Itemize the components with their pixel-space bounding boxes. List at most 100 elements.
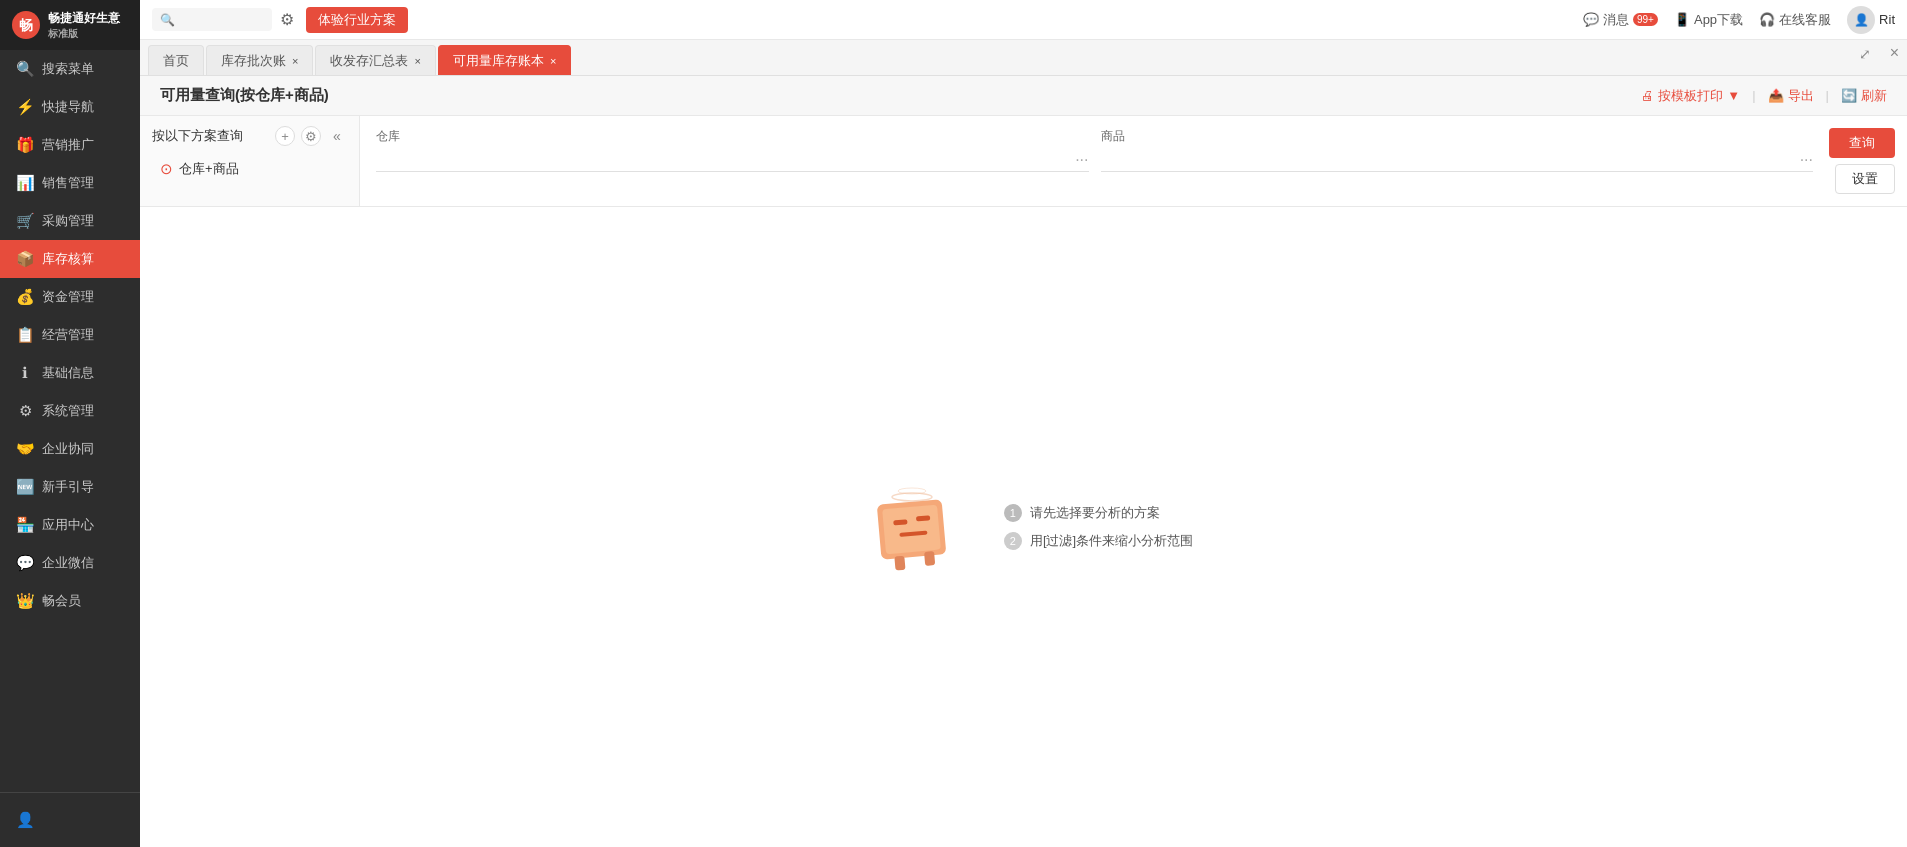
divider2: | [1826, 88, 1829, 103]
filter-goods-label: 商品 [1101, 128, 1814, 145]
sidebar-item-basic-info[interactable]: ℹ 基础信息 [0, 354, 140, 392]
app-download-btn[interactable]: 📱 App下载 [1674, 11, 1743, 29]
scheme-settings-btn[interactable]: ⚙ [301, 126, 321, 146]
tab-available-ledger-close[interactable]: × [550, 55, 556, 67]
sidebar-item-finance[interactable]: 💰 资金管理 [0, 278, 140, 316]
sidebar-item-sales[interactable]: 📊 销售管理 [0, 164, 140, 202]
close-tab-btn[interactable]: × [1890, 44, 1899, 62]
filter-warehouse-label: 仓库 [376, 128, 1089, 145]
online-support-icon: 🎧 [1759, 12, 1775, 27]
sidebar-item-operations[interactable]: 📋 经营管理 [0, 316, 140, 354]
sidebar-item-purchase-label: 采购管理 [42, 212, 94, 230]
sidebar-item-enterprise[interactable]: 🤝 企业协同 [0, 430, 140, 468]
sidebar-item-shortcuts-label: 快捷导航 [42, 98, 94, 116]
filter-field-goods: 商品 ··· [1101, 128, 1814, 172]
filter-settings-btn[interactable]: 设置 [1835, 164, 1895, 194]
tab-batch-account-close[interactable]: × [292, 55, 298, 67]
online-support-btn[interactable]: 🎧 在线客服 [1759, 11, 1831, 29]
tab-available-ledger[interactable]: 可用量库存账本 × [438, 45, 571, 75]
app-version: 标准版 [48, 27, 120, 40]
guide-icon: 🆕 [16, 478, 34, 496]
sidebar-item-marketing[interactable]: 🎁 营销推广 [0, 126, 140, 164]
messages-label: 消息 [1603, 11, 1629, 29]
svg-rect-6 [924, 551, 935, 566]
logo-icon: 畅 [12, 11, 40, 39]
industry-btn[interactable]: 体验行业方案 [306, 7, 408, 33]
wechat-icon: 💬 [16, 554, 34, 572]
refresh-btn[interactable]: 🔄 刷新 [1841, 87, 1887, 105]
sidebar-item-vip[interactable]: 👑 畅会员 [0, 582, 140, 620]
scheme-item-warehouse-goods[interactable]: ⊙ 仓库+商品 [152, 154, 347, 184]
sidebar-item-app-center[interactable]: 🏪 应用中心 [0, 506, 140, 544]
sales-icon: 📊 [16, 174, 34, 192]
search-icon: 🔍 [16, 60, 34, 78]
filter-scheme-header: 按以下方案查询 + ⚙ « [152, 126, 347, 146]
sidebar-item-inventory[interactable]: 📦 库存核算 [0, 240, 140, 278]
tab-home[interactable]: 首页 [148, 45, 204, 75]
page-content: 可用量查询(按仓库+商品) 🖨 按模板打印 ▼ | 📤 导出 | 🔄 刷新 [140, 76, 1907, 847]
export-icon: 📤 [1768, 88, 1784, 103]
username: Rit [1879, 12, 1895, 27]
tab-batch-account[interactable]: 库存批次账 × [206, 45, 313, 75]
filter-field-warehouse: 仓库 ··· [376, 128, 1089, 172]
topbar-search[interactable]: 🔍 [152, 8, 272, 31]
expand-tab-btn[interactable]: ⤢ [1859, 46, 1871, 62]
topbar-gear-icon[interactable]: ⚙ [280, 10, 294, 29]
sidebar: 畅 畅捷通好生意 标准版 🔍 搜索菜单 ⚡ 快捷导航 🎁 营销推广 📊 销售管理… [0, 0, 140, 847]
empty-state: 1 请先选择要分析的方案 2 用[过滤]条件来缩小分析范围 [140, 207, 1907, 847]
basic-info-icon: ℹ [16, 364, 34, 382]
page-header-actions: 🖨 按模板打印 ▼ | 📤 导出 | 🔄 刷新 [1641, 87, 1887, 105]
app-download-icon: 📱 [1674, 12, 1690, 27]
tab-collection-summary[interactable]: 收发存汇总表 × [315, 45, 435, 75]
filter-actions: 查询 设置 [1829, 116, 1907, 206]
messages-btn[interactable]: 💬 消息 99+ [1583, 11, 1658, 29]
sidebar-item-vip-label: 畅会员 [42, 592, 81, 610]
app-name: 畅捷通好生意 [48, 10, 120, 27]
filter-scheme-panel: 按以下方案查询 + ⚙ « ⊙ 仓库+商品 [140, 116, 360, 206]
empty-tip-1-text: 请先选择要分析的方案 [1030, 504, 1160, 522]
sidebar-item-shortcuts[interactable]: ⚡ 快捷导航 [0, 88, 140, 126]
page-title: 可用量查询(按仓库+商品) [160, 86, 329, 105]
marketing-icon: 🎁 [16, 136, 34, 154]
filter-row: 仓库 ··· 商品 ··· [376, 128, 1813, 172]
tab-batch-account-label: 库存批次账 [221, 52, 286, 70]
scheme-collapse-btn[interactable]: « [327, 126, 347, 146]
sidebar-item-purchase[interactable]: 🛒 采购管理 [0, 202, 140, 240]
tab-home-label: 首页 [163, 52, 189, 70]
sidebar-item-search-label: 搜索菜单 [42, 60, 94, 78]
filter-goods-input[interactable] [1101, 153, 1800, 168]
sidebar-item-system-label: 系统管理 [42, 402, 94, 420]
sidebar-item-search[interactable]: 🔍 搜索菜单 [0, 50, 140, 88]
filter-scheme-label: 按以下方案查询 [152, 127, 243, 145]
user-menu-btn[interactable]: 👤 Rit [1847, 6, 1895, 34]
sidebar-item-basic-info-label: 基础信息 [42, 364, 94, 382]
export-btn[interactable]: 📤 导出 [1768, 87, 1814, 105]
sidebar-item-wechat[interactable]: 💬 企业微信 [0, 544, 140, 582]
sidebar-item-operations-label: 经营管理 [42, 326, 94, 344]
scheme-add-btn[interactable]: + [275, 126, 295, 146]
filter-goods-dots[interactable]: ··· [1800, 151, 1813, 169]
shortcuts-icon: ⚡ [16, 98, 34, 116]
topbar-right: 💬 消息 99+ 📱 App下载 🎧 在线客服 👤 Rit [1583, 6, 1895, 34]
sidebar-item-system[interactable]: ⚙ 系统管理 [0, 392, 140, 430]
messages-icon: 💬 [1583, 12, 1599, 27]
filter-area: 按以下方案查询 + ⚙ « ⊙ 仓库+商品 仓库 [140, 116, 1907, 207]
app-logo: 畅 畅捷通好生意 标准版 [0, 0, 140, 50]
sidebar-item-guide-label: 新手引导 [42, 478, 94, 496]
svg-rect-1 [882, 505, 941, 555]
page-header: 可用量查询(按仓库+商品) 🖨 按模板打印 ▼ | 📤 导出 | 🔄 刷新 [140, 76, 1907, 116]
filter-warehouse-input-wrap: ··· [376, 149, 1089, 172]
sidebar-item-inventory-label: 库存核算 [42, 250, 94, 268]
empty-tip-1: 1 请先选择要分析的方案 [1004, 504, 1193, 522]
print-btn[interactable]: 🖨 按模板打印 ▼ [1641, 87, 1740, 105]
query-btn[interactable]: 查询 [1829, 128, 1895, 158]
filter-warehouse-input[interactable] [376, 153, 1075, 168]
sidebar-item-guide[interactable]: 🆕 新手引导 [0, 468, 140, 506]
sidebar-item-app-center-label: 应用中心 [42, 516, 94, 534]
tab-collection-summary-close[interactable]: × [414, 55, 420, 67]
sidebar-item-user-profile[interactable]: 👤 [0, 801, 140, 839]
messages-badge: 99+ [1633, 13, 1658, 26]
filter-warehouse-dots[interactable]: ··· [1075, 151, 1088, 169]
purchase-icon: 🛒 [16, 212, 34, 230]
sidebar-menu: 🔍 搜索菜单 ⚡ 快捷导航 🎁 营销推广 📊 销售管理 🛒 采购管理 📦 库存核… [0, 50, 140, 792]
